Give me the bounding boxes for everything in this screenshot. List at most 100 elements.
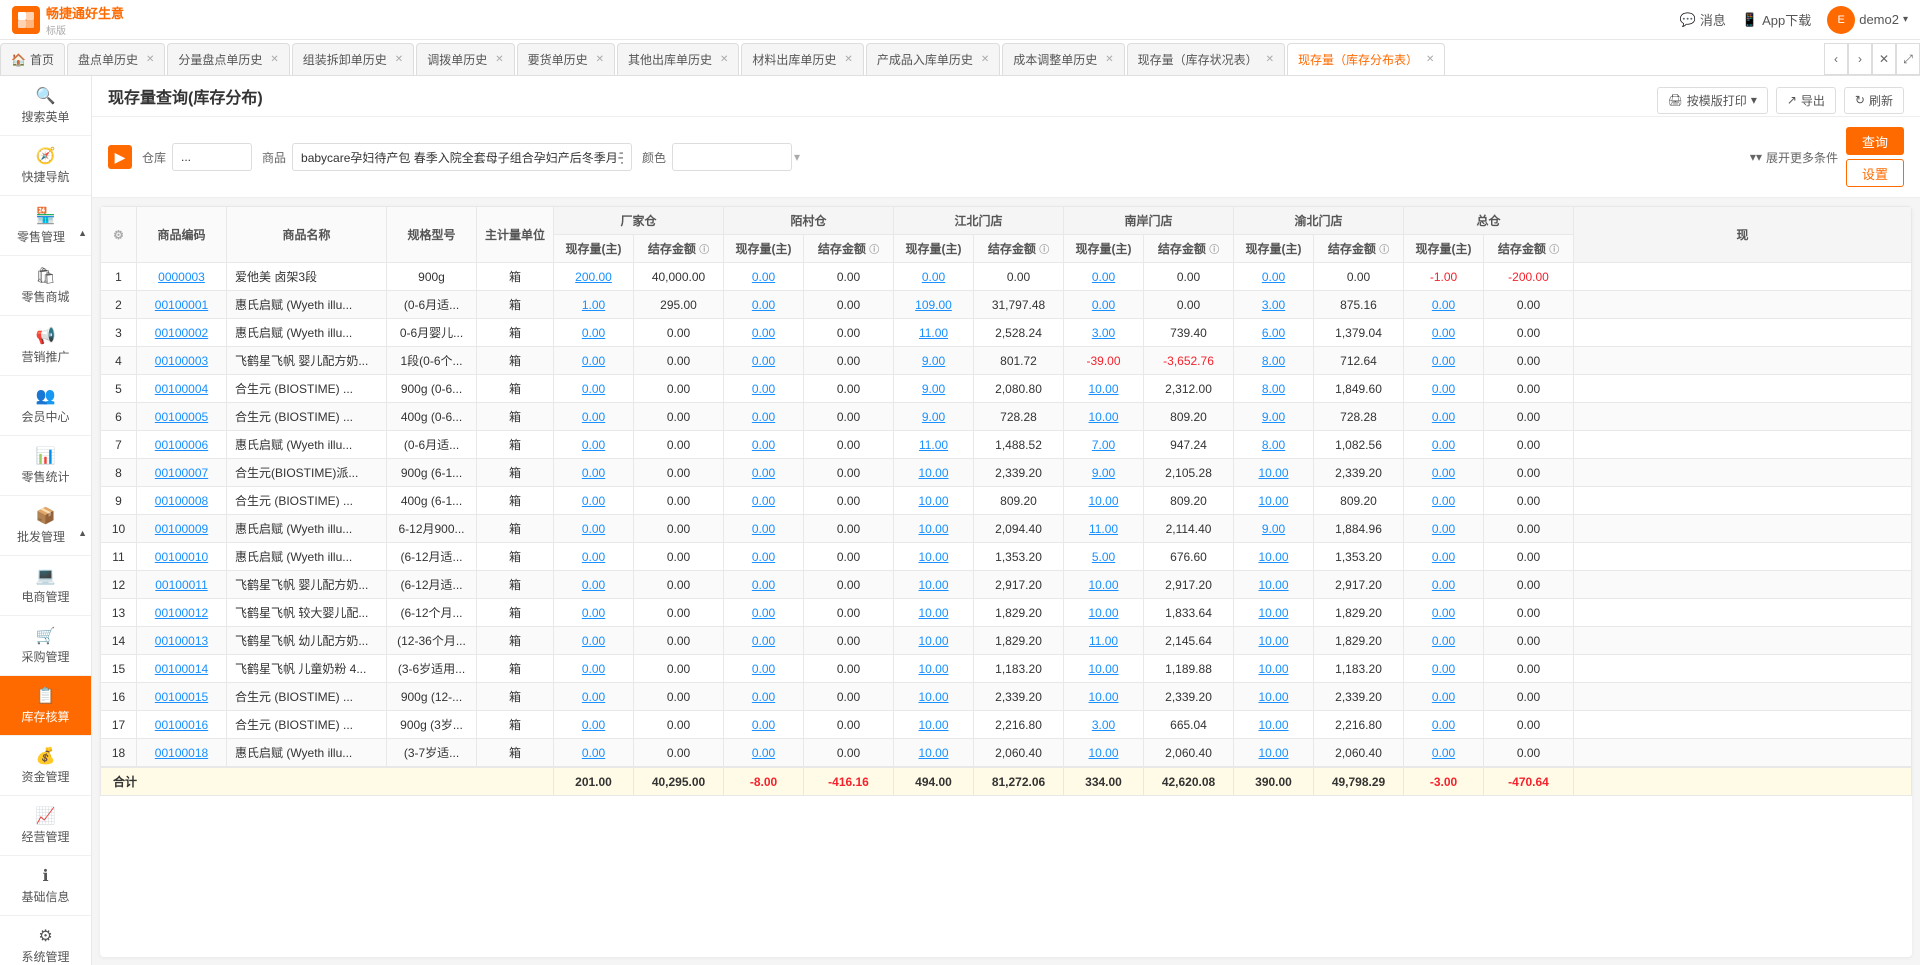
cell-jb-qty: 0.00	[894, 263, 974, 291]
sidebar-item-wholesale[interactable]: 📦批发管理▲	[0, 496, 91, 556]
sidebar-item-shop[interactable]: 🛍零售商城	[0, 256, 91, 316]
sidebar-item-inventory[interactable]: 📋库存核算	[0, 676, 91, 736]
more-conditions-btn[interactable]: ▾▾ 展开更多条件	[1750, 149, 1838, 166]
sidebar-item-marketing[interactable]: 📢营销推广	[0, 316, 91, 376]
cell-name: 合生元(BIOSTIME)派...	[227, 459, 387, 487]
table-row: 1 0000003 爱他美 卤架3段 900g 箱 200.00 40,000.…	[101, 263, 1912, 291]
cell-jb-qty: 10.00	[894, 683, 974, 711]
tab-next-btn[interactable]: ›	[1848, 43, 1872, 75]
cell-mc-amt: 0.00	[804, 487, 894, 515]
export-icon: ↗	[1787, 93, 1797, 107]
table-row: 14 00100013 飞鹤星飞帆 幼儿配方奶... (12-36个月... 箱…	[101, 627, 1912, 655]
download-btn[interactable]: 📱 App下载	[1742, 10, 1811, 29]
cell-zc-qty: 0.00	[1404, 627, 1484, 655]
chevron-down-icon: ▾	[1751, 93, 1757, 107]
username: demo2	[1859, 12, 1899, 27]
cell-jb-qty: 10.00	[894, 515, 974, 543]
cell-zc-amt: 0.00	[1484, 319, 1574, 347]
tab-item[interactable]: 产成品入库单历史✕	[866, 43, 1000, 75]
tab-item[interactable]: 其他出库单历史✕	[617, 43, 739, 75]
goods-input[interactable]	[292, 143, 632, 171]
messages-btn[interactable]: 💬 消息	[1680, 10, 1726, 29]
refresh-btn[interactable]: ↻ 刷新	[1844, 87, 1904, 114]
cell-code: 00100006	[137, 431, 227, 459]
sidebar-item-member[interactable]: 👥会员中心	[0, 376, 91, 436]
cell-xian	[1574, 375, 1912, 403]
user-menu[interactable]: E demo2 ▾	[1827, 6, 1908, 34]
tab-close-btn[interactable]: ✕	[1872, 43, 1896, 75]
cell-cf-amt: 0.00	[634, 431, 724, 459]
table-row: 6 00100005 合生元 (BIOSTIME) ... 400g (0-6.…	[101, 403, 1912, 431]
sidebar-item-system[interactable]: ⚙系统管理	[0, 916, 91, 965]
summary-row: 合计 201.00 40,295.00 -8.00 -416.16 494.00…	[101, 767, 1912, 796]
table-row: 9 00100008 合生元 (BIOSTIME) ... 400g (6-1.…	[101, 487, 1912, 515]
cell-cf-amt: 295.00	[634, 291, 724, 319]
sidebar-item-retail[interactable]: 🏪零售管理▲	[0, 196, 91, 256]
summary-mc-qty: -8.00	[724, 767, 804, 796]
cell-mc-amt: 0.00	[804, 571, 894, 599]
summary-zc-amt: -470.64	[1484, 767, 1574, 796]
cell-yb-qty: 3.00	[1234, 291, 1314, 319]
summary-cf-qty: 201.00	[554, 767, 634, 796]
print-btn[interactable]: 🖨 按模版打印 ▾	[1657, 87, 1768, 114]
tab-item[interactable]: 要货单历史✕	[517, 43, 615, 75]
warehouse-input[interactable]	[172, 143, 252, 171]
cell-na-amt: 2,060.40	[1144, 739, 1234, 768]
export-btn[interactable]: ↗ 导出	[1776, 87, 1836, 114]
cell-na-qty: 10.00	[1064, 683, 1144, 711]
tab-item[interactable]: 组装拆卸单历史✕	[292, 43, 414, 75]
cell-na-amt: 2,114.40	[1144, 515, 1234, 543]
tab-item[interactable]: 材料出库单历史✕	[741, 43, 863, 75]
cell-jb-qty: 10.00	[894, 571, 974, 599]
cell-mc-qty: 0.00	[724, 291, 804, 319]
settings-icon[interactable]: ⚙	[113, 228, 124, 242]
sidebar-item-stats[interactable]: 📊零售统计	[0, 436, 91, 496]
tab-item[interactable]: 盘点单历史✕	[67, 43, 165, 75]
top-bar-right: 💬 消息 📱 App下载 E demo2 ▾	[1680, 6, 1908, 34]
sidebar-item-search[interactable]: 🔍搜索英单	[0, 76, 91, 136]
cell-spec: (3-6岁适用...	[387, 655, 477, 683]
cell-yb-amt: 2,216.80	[1314, 711, 1404, 739]
cell-jb-amt: 31,797.48	[974, 291, 1064, 319]
cell-cf-qty: 0.00	[554, 599, 634, 627]
sidebar-item-ecommerce[interactable]: 💻电商管理	[0, 556, 91, 616]
col-mc-qty: 现存量(主)	[724, 235, 804, 263]
sidebar-item-nav[interactable]: 🧭快捷导航	[0, 136, 91, 196]
cell-mc-qty: 0.00	[724, 599, 804, 627]
cell-jb-amt: 1,488.52	[974, 431, 1064, 459]
color-dropdown-icon[interactable]: ▾	[794, 150, 800, 164]
sidebar-item-info[interactable]: ℹ基础信息	[0, 856, 91, 916]
cell-na-amt: 2,105.28	[1144, 459, 1234, 487]
cell-cf-amt: 0.00	[634, 655, 724, 683]
cell-mc-amt: 0.00	[804, 739, 894, 768]
tab-item[interactable]: 成本调整单历史✕	[1002, 43, 1124, 75]
tab-expand-btn[interactable]: ⤢	[1896, 43, 1920, 75]
cell-yb-amt: 1,183.20	[1314, 655, 1404, 683]
sidebar-item-operations[interactable]: 📈经营管理	[0, 796, 91, 856]
cell-mc-qty: 0.00	[724, 319, 804, 347]
setting-btn[interactable]: 设置	[1846, 159, 1904, 187]
tab-item[interactable]: 🏠首页	[0, 43, 65, 75]
sidebar-item-finance[interactable]: 💰资金管理	[0, 736, 91, 796]
cell-mc-qty: 0.00	[724, 571, 804, 599]
tab-item[interactable]: 调拨单历史✕	[416, 43, 514, 75]
cell-code: 00100004	[137, 375, 227, 403]
cell-na-amt: 0.00	[1144, 291, 1234, 319]
tab-item[interactable]: 现存量（库存状况表）✕	[1127, 43, 1285, 75]
query-btn[interactable]: 查询	[1846, 127, 1904, 155]
color-input[interactable]	[672, 143, 792, 171]
sidebar-item-purchase[interactable]: 🛒采购管理	[0, 616, 91, 676]
col-group-cf: 厂家仓	[554, 207, 724, 235]
chevron-down-icon: ▾▾	[1750, 150, 1762, 164]
cell-zc-qty: 0.00	[1404, 711, 1484, 739]
tab-item[interactable]: 现存量（库存分布表）✕	[1287, 43, 1445, 75]
filter-expand-btn[interactable]: ▶	[108, 145, 132, 169]
cell-yb-qty: 10.00	[1234, 627, 1314, 655]
cell-na-qty: 10.00	[1064, 487, 1144, 515]
tab-prev-btn[interactable]: ‹	[1824, 43, 1848, 75]
tab-item[interactable]: 分量盘点单历史✕	[167, 43, 289, 75]
cell-cf-amt: 0.00	[634, 739, 724, 768]
cell-yb-qty: 10.00	[1234, 739, 1314, 768]
cell-cf-amt: 0.00	[634, 543, 724, 571]
cell-jb-qty: 10.00	[894, 627, 974, 655]
